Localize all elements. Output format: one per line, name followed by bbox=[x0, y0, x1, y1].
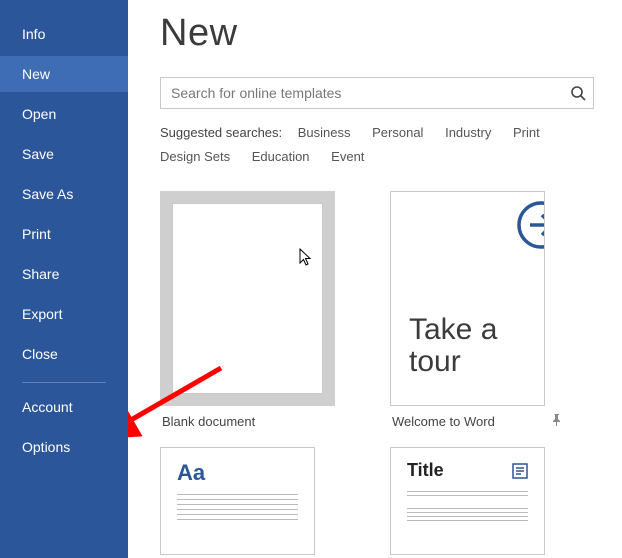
sidebar-item-close[interactable]: Close bbox=[0, 336, 128, 372]
cursor-icon bbox=[299, 248, 315, 268]
template-thumbnail: Take a tour bbox=[390, 191, 545, 406]
arrow-right-circle-icon bbox=[516, 200, 545, 250]
template-title[interactable]: Title bbox=[390, 447, 565, 555]
suggested-link-education[interactable]: Education bbox=[252, 149, 310, 164]
template-single-spaced[interactable]: Aa bbox=[160, 447, 335, 555]
aa-glyph: Aa bbox=[177, 460, 298, 486]
sidebar-item-options[interactable]: Options bbox=[0, 429, 128, 465]
suggested-link-design-sets[interactable]: Design Sets bbox=[160, 149, 230, 164]
sidebar-item-open[interactable]: Open bbox=[0, 96, 128, 132]
sidebar-item-export[interactable]: Export bbox=[0, 296, 128, 332]
title-text: Title bbox=[407, 460, 444, 481]
suggested-link-event[interactable]: Event bbox=[331, 149, 364, 164]
sidebar-item-print[interactable]: Print bbox=[0, 216, 128, 252]
preview-lines bbox=[177, 494, 298, 520]
sidebar-item-share[interactable]: Share bbox=[0, 256, 128, 292]
template-thumbnail: Title bbox=[390, 447, 545, 555]
sidebar-item-info[interactable]: Info bbox=[0, 16, 128, 52]
search-wrap bbox=[160, 77, 594, 109]
search-button[interactable] bbox=[562, 77, 594, 109]
suggested-link-industry[interactable]: Industry bbox=[445, 125, 491, 140]
template-gallery: Blank document Take a tour bbox=[160, 191, 620, 555]
pin-icon[interactable] bbox=[551, 414, 563, 429]
suggested-link-print[interactable]: Print bbox=[513, 125, 540, 140]
template-caption: Welcome to Word bbox=[392, 414, 495, 429]
search-input[interactable] bbox=[160, 77, 594, 109]
main-panel: New Suggested searches: Business Persona… bbox=[128, 0, 622, 558]
tour-text: Take a tour bbox=[409, 314, 497, 377]
template-caption: Blank document bbox=[162, 414, 255, 429]
sidebar-item-save[interactable]: Save bbox=[0, 136, 128, 172]
suggested-label: Suggested searches: bbox=[160, 125, 282, 140]
suggested-link-business[interactable]: Business bbox=[298, 125, 351, 140]
preview-lines bbox=[407, 491, 528, 521]
sidebar-item-save-as[interactable]: Save As bbox=[0, 176, 128, 212]
suggested-searches: Suggested searches: Business Personal In… bbox=[160, 121, 594, 169]
template-thumbnail: Aa bbox=[160, 447, 315, 555]
template-thumbnail bbox=[172, 203, 323, 394]
template-welcome-to-word[interactable]: Take a tour Welcome to Word bbox=[390, 191, 565, 429]
search-icon bbox=[570, 85, 586, 101]
sidebar-item-new[interactable]: New bbox=[0, 56, 128, 92]
suggested-link-personal[interactable]: Personal bbox=[372, 125, 423, 140]
template-blank-document[interactable]: Blank document bbox=[160, 191, 335, 429]
sidebar-item-account[interactable]: Account bbox=[0, 389, 128, 425]
backstage-sidebar: Info New Open Save Save As Print Share E… bbox=[0, 0, 128, 558]
sidebar-divider bbox=[22, 382, 106, 383]
page-title: New bbox=[160, 12, 622, 55]
document-icon bbox=[512, 463, 528, 479]
